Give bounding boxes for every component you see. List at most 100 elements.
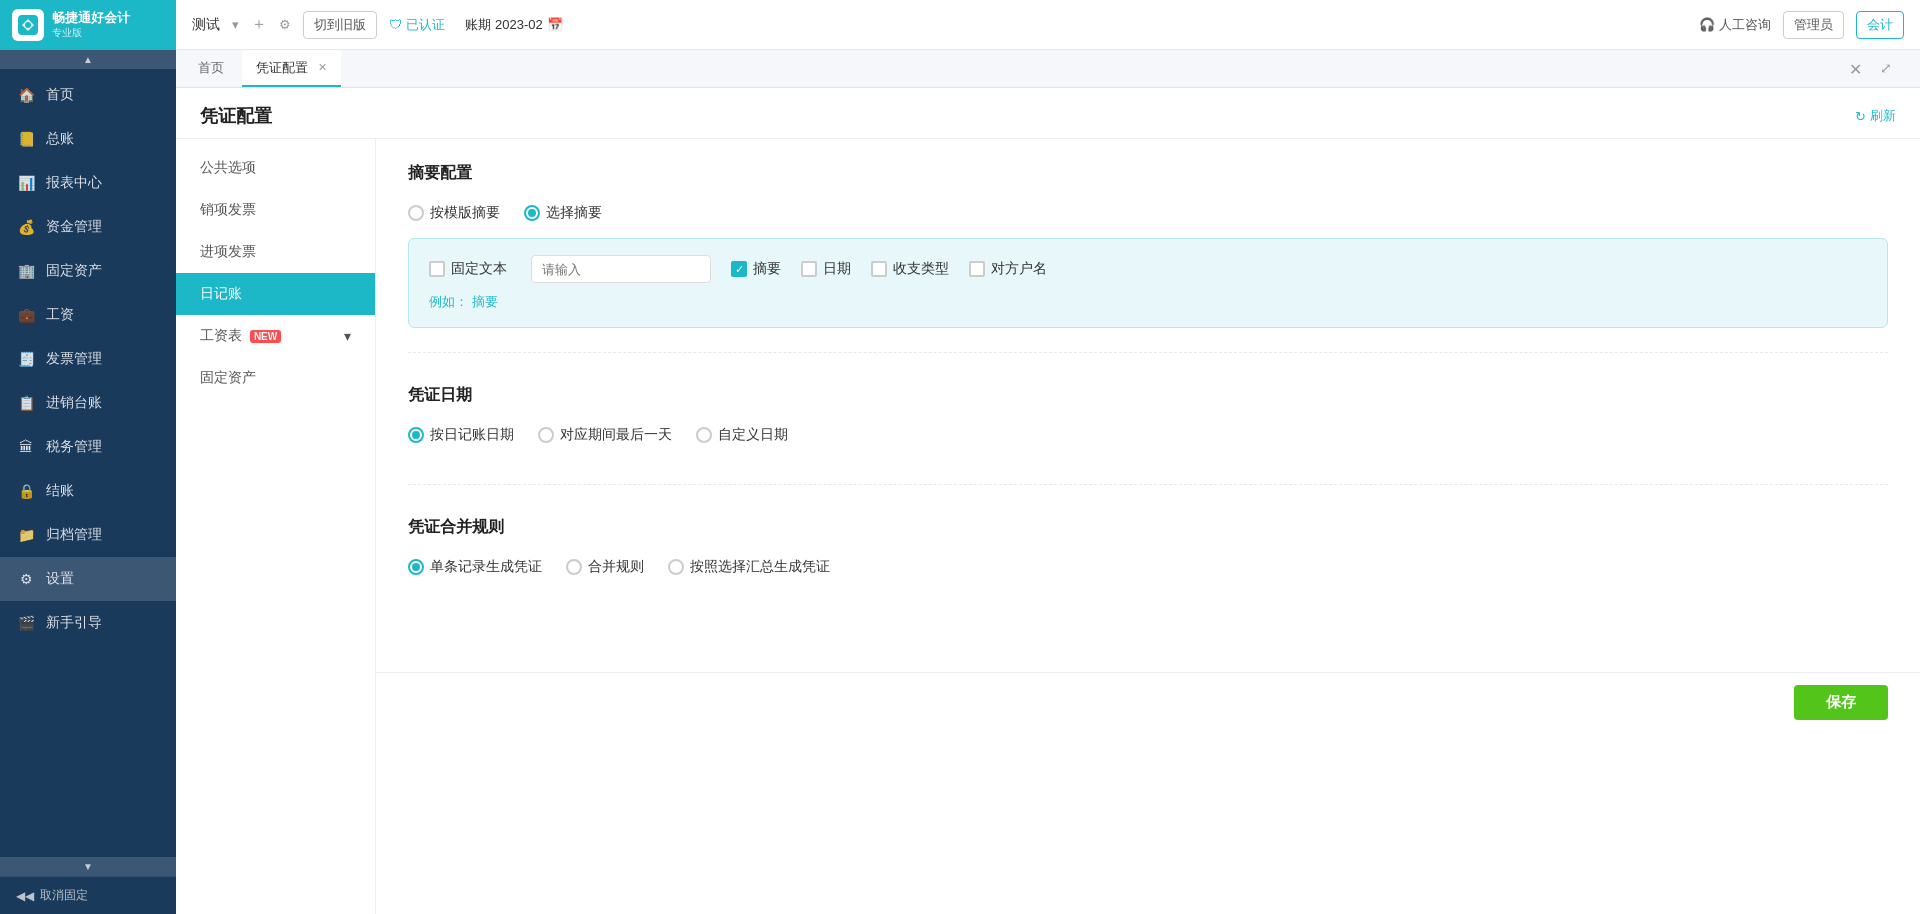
merge-radio-select-merge[interactable]: 按照选择汇总生成凭证 xyxy=(668,558,830,576)
sidebar-item-label: 结账 xyxy=(46,482,74,500)
sidebar-item-funds[interactable]: 💰 资金管理 xyxy=(0,205,176,249)
tax-icon: 🏛 xyxy=(16,437,36,457)
left-nav-purchase-invoice-label: 进项发票 xyxy=(200,243,256,259)
fixed-text-input[interactable] xyxy=(531,255,711,283)
close-panel-btn[interactable]: ✕ xyxy=(1849,60,1862,79)
sidebar-item-guide[interactable]: 🎬 新手引导 xyxy=(0,601,176,645)
refresh-icon: ↻ xyxy=(1855,109,1866,124)
assets-icon: 🏢 xyxy=(16,261,36,281)
left-nav-fixed-assets[interactable]: 固定资产 xyxy=(176,357,375,399)
date-radio-journal[interactable]: 按日记账日期 xyxy=(408,426,514,444)
sidebar-item-invoices[interactable]: 🧾 发票管理 xyxy=(0,337,176,381)
save-button[interactable]: 保存 xyxy=(1794,685,1888,720)
merge-radio-single[interactable]: 单条记录生成凭证 xyxy=(408,558,542,576)
sidebar-item-tax[interactable]: 🏛 税务管理 xyxy=(0,425,176,469)
calendar-icon[interactable]: 📅 xyxy=(547,17,563,32)
refresh-btn[interactable]: ↻ 刷新 xyxy=(1855,107,1896,125)
summary-radio-select[interactable]: 选择摘要 xyxy=(524,204,602,222)
left-nav-public[interactable]: 公共选项 xyxy=(176,147,375,189)
payment-type-checkbox xyxy=(871,261,887,277)
right-scroll: 摘要配置 按模版摘要 选择摘要 xyxy=(376,139,1920,672)
sidebar-item-reports[interactable]: 📊 报表中心 xyxy=(0,161,176,205)
tab-voucher-config[interactable]: 凭证配置 ✕ xyxy=(242,50,341,87)
sidebar-scroll-up[interactable]: ▲ xyxy=(0,50,176,69)
archive-icon: 📁 xyxy=(16,525,36,545)
tab-home[interactable]: 首页 xyxy=(184,50,238,87)
accountant-btn[interactable]: 会计 xyxy=(1856,11,1904,39)
sidebar-item-label: 归档管理 xyxy=(46,526,102,544)
summary-title: 摘要配置 xyxy=(408,163,1888,184)
left-nav-sales-invoice-label: 销项发票 xyxy=(200,201,256,217)
checkbox-counterpart[interactable]: 对方户名 xyxy=(969,260,1047,278)
merge-radio-rules[interactable]: 合并规则 xyxy=(566,558,644,576)
left-nav-fixed-assets-label: 固定资产 xyxy=(200,369,256,385)
date-title: 凭证日期 xyxy=(408,385,1888,406)
merge-title: 凭证合并规则 xyxy=(408,517,1888,538)
topbar: 测试 ▾ ＋ ⚙ 切到旧版 🛡 已认证 账期 2023-02 📅 🎧 人工咨询 … xyxy=(176,0,1920,50)
consult-label: 人工咨询 xyxy=(1719,16,1771,34)
tab-voucher-config-close[interactable]: ✕ xyxy=(318,61,327,74)
checkbox-payment-type[interactable]: 收支类型 xyxy=(871,260,949,278)
sidebar-item-home[interactable]: 🏠 首页 xyxy=(0,73,176,117)
left-nav-journal-label: 日记账 xyxy=(200,285,242,301)
checkbox-summary[interactable]: 摘要 xyxy=(731,260,781,278)
checkbox-fixed-text[interactable]: 固定文本 xyxy=(429,260,507,278)
date-checkbox xyxy=(801,261,817,277)
certified-status: 🛡 已认证 xyxy=(389,16,445,34)
sidebar: 畅捷通好会计 专业版 ▲ 🏠 首页 📒 总账 📊 报表中心 💰 资金管理 xyxy=(0,0,176,914)
summary-checkboxes-row: 固定文本 摘要 日期 xyxy=(429,255,1867,283)
date-radio-custom[interactable]: 自定义日期 xyxy=(696,426,788,444)
workspace-settings-icon[interactable]: ⚙ xyxy=(279,17,291,32)
sidebar-item-label: 首页 xyxy=(46,86,74,104)
single-record-radio-circle xyxy=(408,559,424,575)
page-title: 凭证配置 xyxy=(200,104,272,128)
sidebar-item-label: 资金管理 xyxy=(46,218,102,236)
sidebar-item-settings[interactable]: ⚙ 设置 xyxy=(0,557,176,601)
sidebar-item-assets[interactable]: 🏢 固定资产 xyxy=(0,249,176,293)
logo-badge: 专业版 xyxy=(52,26,130,40)
switch-old-btn[interactable]: 切到旧版 xyxy=(303,11,377,39)
manager-btn[interactable]: 管理员 xyxy=(1783,11,1844,39)
chevron-down-icon: ▾ xyxy=(344,328,351,344)
sidebar-item-payroll[interactable]: 💼 工资 xyxy=(0,293,176,337)
refresh-label: 刷新 xyxy=(1870,107,1896,125)
workspace-name: 测试 xyxy=(192,16,220,34)
select-merge-label: 按照选择汇总生成凭证 xyxy=(690,558,830,576)
sidebar-item-label: 工资 xyxy=(46,306,74,324)
fixed-text-label: 固定文本 xyxy=(451,260,507,278)
payroll-icon: 💼 xyxy=(16,305,36,325)
journal-date-label: 按日记账日期 xyxy=(430,426,514,444)
fixed-text-checkbox xyxy=(429,261,445,277)
content-area: 凭证配置 ↻ 刷新 公共选项 销项发票 进项发票 xyxy=(176,88,1920,914)
logo-icon xyxy=(12,9,44,41)
sidebar-item-close[interactable]: 🔒 结账 xyxy=(0,469,176,513)
summary-checkbox xyxy=(731,261,747,277)
counterpart-checkbox xyxy=(969,261,985,277)
sidebar-item-ledger[interactable]: 📒 总账 xyxy=(0,117,176,161)
left-nav-purchase-invoice[interactable]: 进项发票 xyxy=(176,231,375,273)
headphone-icon: 🎧 xyxy=(1699,17,1715,32)
checkbox-date[interactable]: 日期 xyxy=(801,260,851,278)
consult-btn[interactable]: 🎧 人工咨询 xyxy=(1699,16,1771,34)
summary-radio-template[interactable]: 按模版摘要 xyxy=(408,204,500,222)
date-radio-period-last[interactable]: 对应期间最后一天 xyxy=(538,426,672,444)
new-badge: NEW xyxy=(250,330,281,343)
cancel-fixed-btn[interactable]: ◀◀ 取消固定 xyxy=(0,876,176,914)
left-nav-sales-invoice[interactable]: 销项发票 xyxy=(176,189,375,231)
guide-icon: 🎬 xyxy=(16,613,36,633)
period-display: 账期 2023-02 📅 xyxy=(465,16,563,34)
tabbar-spacer: ✕ ⤢ xyxy=(345,50,1912,87)
merge-radio-group: 单条记录生成凭证 合并规则 按照选择汇总生成凭证 xyxy=(408,558,1888,576)
sidebar-item-purchase-sales[interactable]: 📋 进销台账 xyxy=(0,381,176,425)
custom-date-label: 自定义日期 xyxy=(718,426,788,444)
left-nav-journal[interactable]: 日记账 xyxy=(176,273,375,315)
expand-panel-btn[interactable]: ⤢ xyxy=(1880,60,1892,76)
sidebar-item-archive[interactable]: 📁 归档管理 xyxy=(0,513,176,557)
add-workspace-btn[interactable]: ＋ xyxy=(251,14,267,35)
home-icon: 🏠 xyxy=(16,85,36,105)
summary-select-label: 选择摘要 xyxy=(546,204,602,222)
sidebar-scroll-down[interactable]: ▼ xyxy=(0,857,176,876)
workspace-dropdown-icon[interactable]: ▾ xyxy=(232,17,239,32)
single-record-label: 单条记录生成凭证 xyxy=(430,558,542,576)
left-nav-payroll-table[interactable]: 工资表 NEW ▾ xyxy=(176,315,375,357)
